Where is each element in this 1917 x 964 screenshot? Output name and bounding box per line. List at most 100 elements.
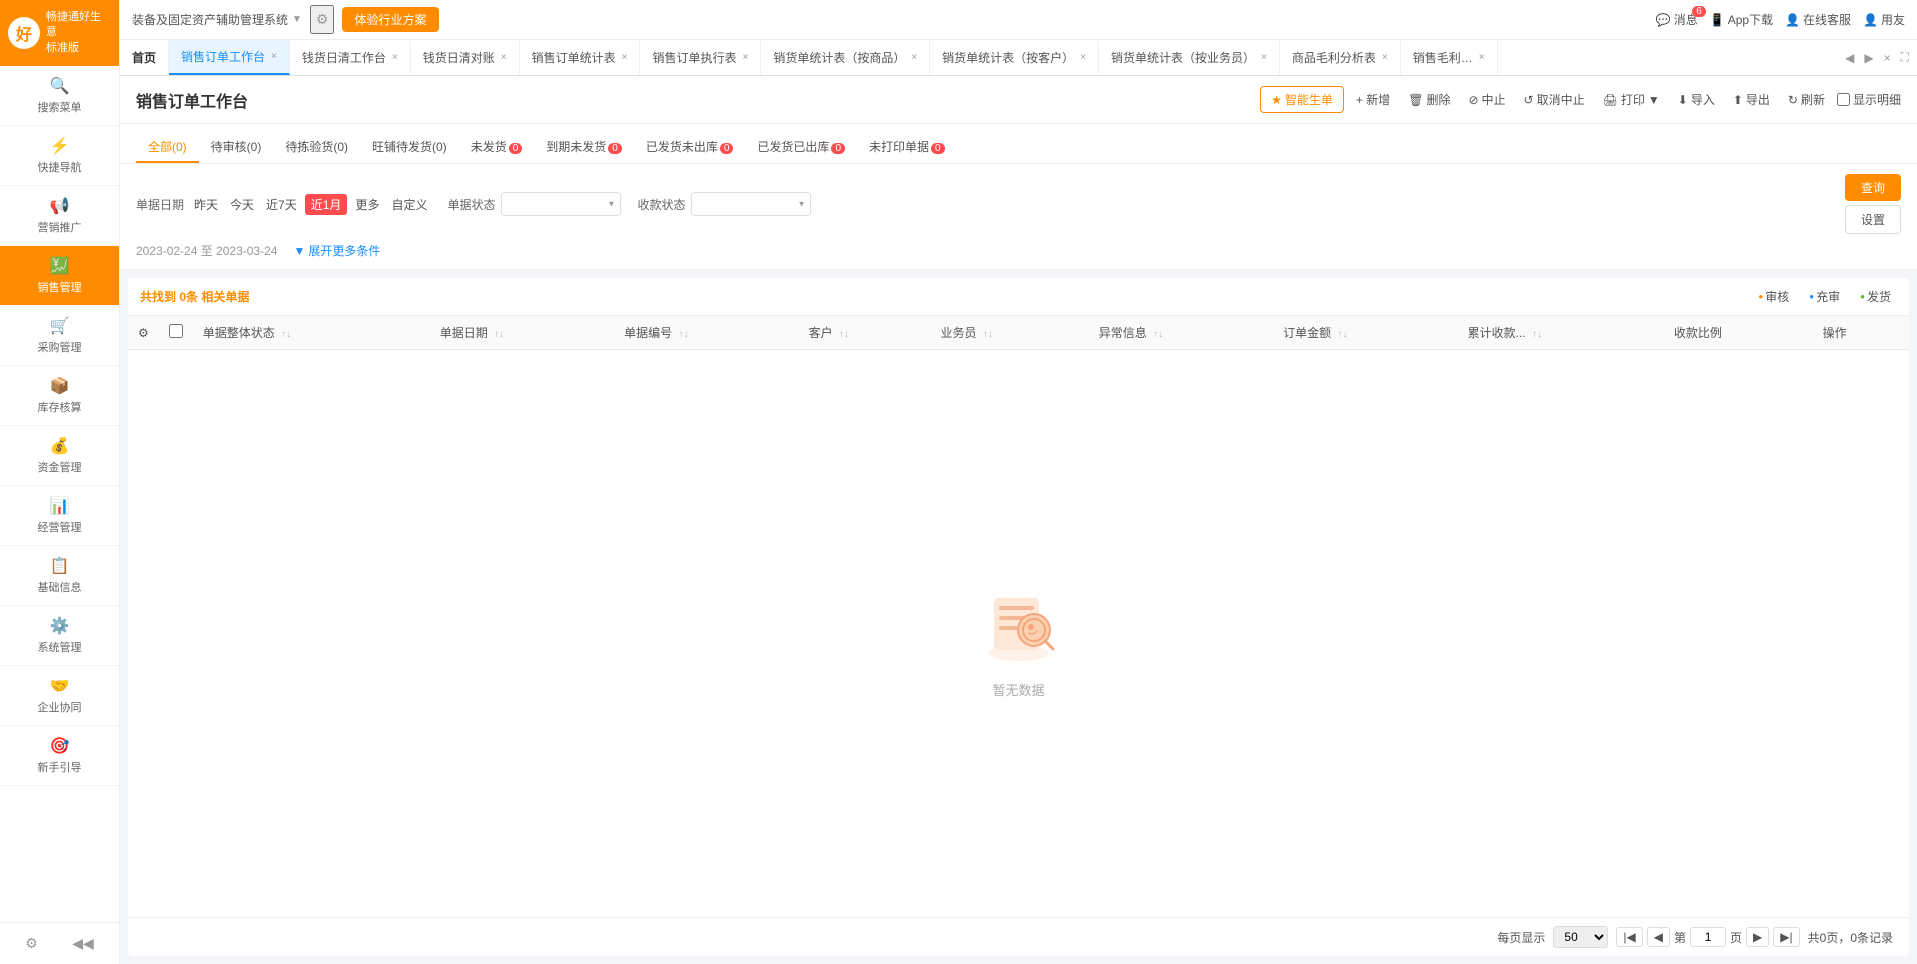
- tab-close-4[interactable]: ×: [622, 52, 628, 63]
- next-page-btn[interactable]: ▶: [1746, 927, 1769, 947]
- tab-1[interactable]: 销售订单工作台×: [169, 40, 290, 75]
- date-shortcut-4[interactable]: 更多: [351, 194, 383, 215]
- date-shortcut-5[interactable]: 自定义: [387, 194, 431, 215]
- star-icon: ★: [1271, 93, 1282, 107]
- collapse-btn[interactable]: ◀◀: [68, 931, 98, 956]
- sidebar-icon-11: 🎯: [50, 736, 70, 756]
- expand-btn[interactable]: ▼ 展开更多条件: [293, 242, 380, 259]
- date-shortcut-0[interactable]: 昨天: [190, 194, 222, 215]
- cancel-stop-btn[interactable]: ↺ 取消中止: [1518, 87, 1591, 112]
- tab-0[interactable]: 首页: [120, 41, 169, 74]
- tab-10[interactable]: 销售毛利…×: [1401, 41, 1498, 74]
- date-shortcut-1[interactable]: 今天: [226, 194, 258, 215]
- import-btn[interactable]: ⬇ 导入: [1672, 87, 1721, 112]
- print-btn[interactable]: 🖨 打印 ▼: [1597, 87, 1666, 112]
- tab-4[interactable]: 销售订单统计表×: [520, 41, 641, 74]
- page-input[interactable]: [1690, 927, 1726, 947]
- tab-9[interactable]: 商品毛利分析表×: [1280, 41, 1401, 74]
- date-shortcut-3[interactable]: 近1月: [305, 194, 348, 215]
- audit-btn[interactable]: 审核: [1752, 286, 1795, 307]
- refresh-btn[interactable]: ↻ 刷新: [1782, 87, 1831, 112]
- sidebar-item-11[interactable]: 🎯新手引导: [0, 726, 119, 786]
- display-detail-checkbox[interactable]: [1837, 93, 1850, 106]
- th-salesperson[interactable]: 业务员 ↑↓: [931, 316, 1089, 350]
- sidebar-item-2[interactable]: 📢营销推广: [0, 186, 119, 246]
- stop-btn[interactable]: ⊘ 中止: [1462, 87, 1511, 112]
- first-page-btn[interactable]: |◀: [1616, 927, 1642, 947]
- sidebar-item-7[interactable]: 📊经营管理: [0, 486, 119, 546]
- tab-close-2[interactable]: ×: [392, 52, 398, 63]
- sub-tab-7[interactable]: 已发货已出库0: [745, 132, 857, 163]
- sub-tab-1[interactable]: 待审核(0): [199, 132, 274, 163]
- tab-2[interactable]: 钱货日清工作台×: [290, 41, 411, 74]
- sidebar-label-7: 经营管理: [38, 519, 82, 535]
- export-btn[interactable]: ⬆ 导出: [1727, 87, 1776, 112]
- delete-btn[interactable]: 🗑 删除: [1402, 87, 1456, 112]
- sub-tab-3[interactable]: 旺铺待发货(0): [360, 132, 459, 163]
- sidebar-item-6[interactable]: 💰资金管理: [0, 426, 119, 486]
- last-page-btn[interactable]: ▶|: [1773, 927, 1799, 947]
- tab-close-5[interactable]: ×: [742, 52, 748, 63]
- th-doc-no[interactable]: 单据编号 ↑↓: [614, 316, 798, 350]
- tabs-scroll-left[interactable]: ◀: [1841, 49, 1858, 67]
- th-settings[interactable]: ⚙: [128, 316, 159, 350]
- cancel-audit-btn[interactable]: 充审: [1803, 286, 1846, 307]
- select-all-checkbox[interactable]: [169, 324, 183, 338]
- online-service-btn[interactable]: 👤 在线客服: [1785, 11, 1851, 28]
- sidebar-item-4[interactable]: 🛒采购管理: [0, 306, 119, 366]
- sidebar-item-9[interactable]: ⚙️系统管理: [0, 606, 119, 666]
- sidebar-item-0[interactable]: 🔍搜索菜单: [0, 66, 119, 126]
- sub-tab-2[interactable]: 待拣验货(0): [273, 132, 360, 163]
- query-btn[interactable]: 查询: [1845, 174, 1901, 201]
- th-accumulated-payment[interactable]: 累计收款... ↑↓: [1458, 316, 1664, 350]
- user-menu[interactable]: 👤 用友: [1863, 11, 1905, 28]
- tabs-maximize[interactable]: ⛶: [1897, 48, 1913, 67]
- sidebar-item-1[interactable]: ⚡快捷导航: [0, 126, 119, 186]
- trial-btn[interactable]: 体验行业方案: [342, 7, 438, 32]
- tab-close-8[interactable]: ×: [1261, 52, 1267, 63]
- smart-btn[interactable]: ★ 智能生单: [1260, 86, 1344, 113]
- tabs-close-all[interactable]: ×: [1880, 49, 1895, 67]
- settings-bottom-btn[interactable]: ⚙: [21, 931, 42, 956]
- tab-8[interactable]: 销货单统计表（按业务员）×: [1099, 41, 1280, 74]
- tab-close-7[interactable]: ×: [1080, 52, 1086, 63]
- tab-close-1[interactable]: ×: [271, 51, 277, 62]
- sub-tab-8[interactable]: 未打印单据0: [857, 132, 957, 163]
- tab-7[interactable]: 销货单统计表（按客户） ×: [930, 41, 1099, 74]
- ship-btn[interactable]: 发货: [1854, 286, 1897, 307]
- tab-5[interactable]: 销售订单执行表×: [640, 41, 761, 74]
- th-doc-status[interactable]: 单据整体状态 ↑↓: [193, 316, 430, 350]
- tab-3[interactable]: 钱货日清对账×: [411, 41, 520, 74]
- display-detail-toggle[interactable]: 显示明细: [1837, 91, 1901, 108]
- add-btn[interactable]: + 新增: [1350, 87, 1396, 112]
- sub-tab-4[interactable]: 未发货0: [459, 132, 535, 163]
- th-order-amount[interactable]: 订单金额 ↑↓: [1273, 316, 1457, 350]
- tabs-scroll-right[interactable]: ▶: [1860, 49, 1877, 67]
- tab-close-3[interactable]: ×: [501, 52, 507, 63]
- message-btn[interactable]: 💬 消息 6: [1656, 11, 1698, 28]
- date-shortcut-2[interactable]: 近7天: [262, 194, 301, 215]
- sub-tab-5[interactable]: 到期未发货0: [534, 132, 634, 163]
- tab-close-6[interactable]: ×: [911, 52, 917, 63]
- prev-page-btn[interactable]: ◀: [1647, 927, 1670, 947]
- tab-close-9[interactable]: ×: [1382, 52, 1388, 63]
- sidebar-item-3[interactable]: 💹销售管理: [0, 246, 119, 306]
- payment-select[interactable]: [691, 192, 811, 216]
- tab-6[interactable]: 销货单统计表（按商品）×: [761, 41, 930, 74]
- tab-label-7: 销货单统计表（按客户）: [942, 49, 1074, 66]
- filter-setting-btn[interactable]: 设置: [1845, 205, 1901, 234]
- tab-close-10[interactable]: ×: [1479, 52, 1485, 63]
- sidebar-item-10[interactable]: 🤝企业协同: [0, 666, 119, 726]
- app-download-btn[interactable]: 📱 App下载: [1710, 11, 1773, 28]
- topbar-settings-btn[interactable]: ⚙: [310, 5, 335, 34]
- page-size-select[interactable]: 2050100200: [1553, 926, 1608, 948]
- sub-tab-0[interactable]: 全部(0): [136, 132, 199, 163]
- th-exception[interactable]: 异常信息 ↑↓: [1089, 316, 1273, 350]
- sub-tab-6[interactable]: 已发货未出库0: [634, 132, 746, 163]
- sidebar-item-8[interactable]: 📋基础信息: [0, 546, 119, 606]
- sidebar-label-1: 快捷导航: [38, 159, 82, 175]
- sidebar-item-5[interactable]: 📦库存核算: [0, 366, 119, 426]
- status-select[interactable]: [501, 192, 621, 216]
- th-doc-date[interactable]: 单据日期 ↑↓: [430, 316, 614, 350]
- th-customer[interactable]: 客户 ↑↓: [799, 316, 931, 350]
